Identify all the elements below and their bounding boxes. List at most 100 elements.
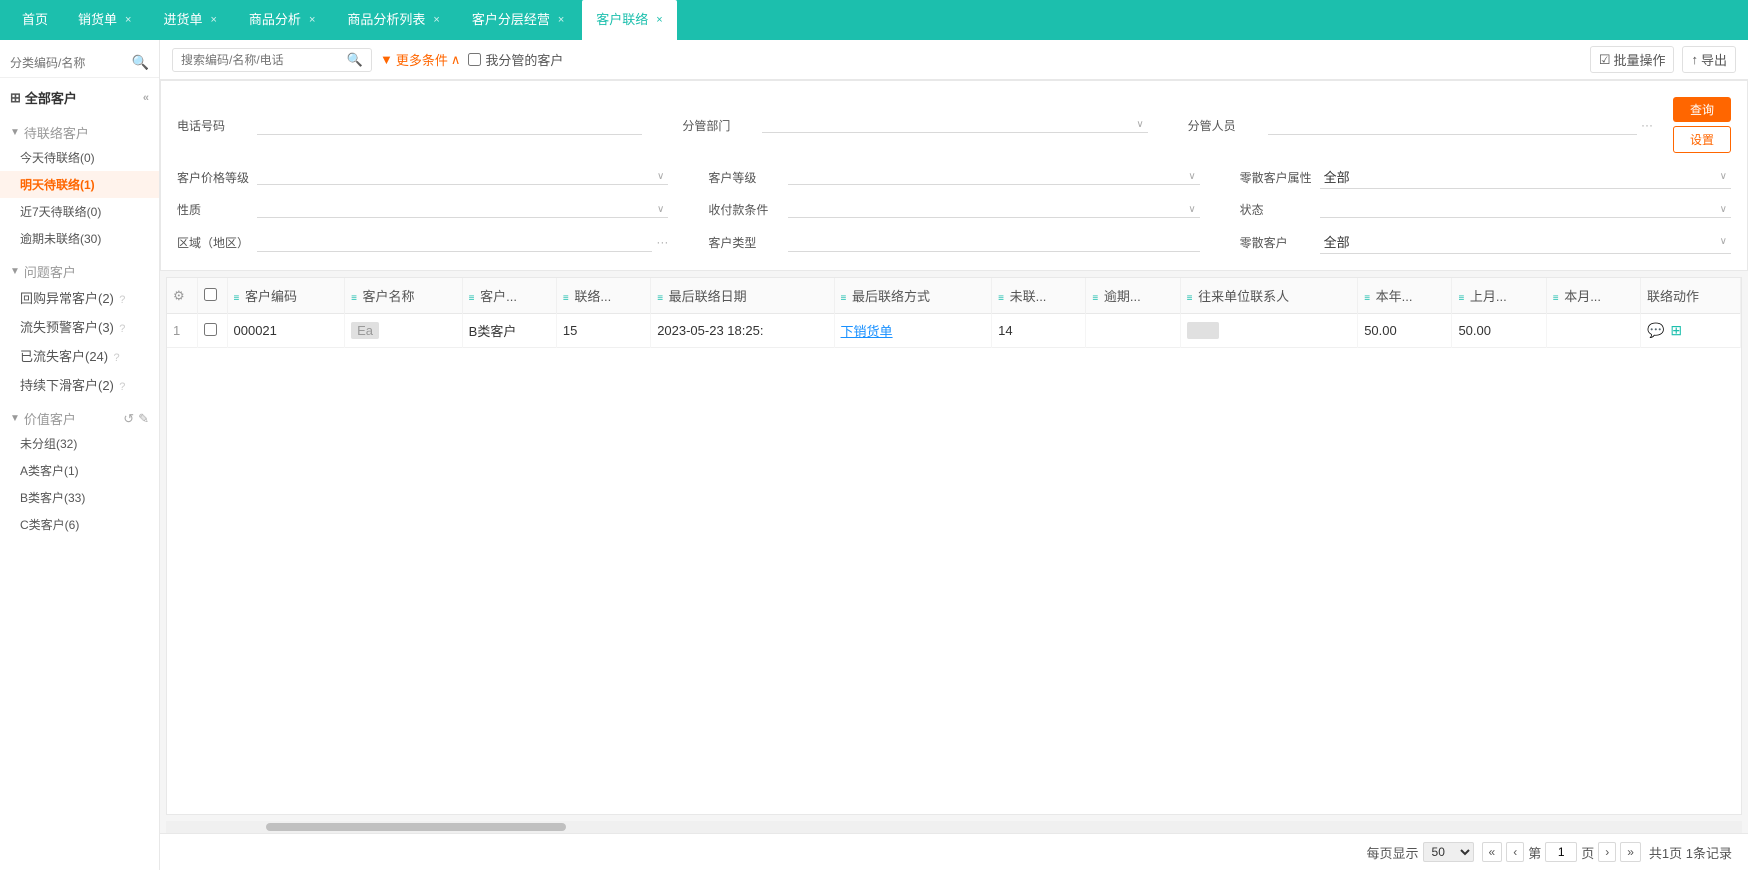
status-select[interactable]: ∨ (1320, 202, 1731, 218)
sidebar-item-declining[interactable]: 持续下滑客户(2) ? (0, 370, 159, 399)
sidebar-item-c-class[interactable]: C类客户(6) (0, 511, 159, 538)
sidebar-item-churn-warning[interactable]: 流失预警客户(3) ? (0, 312, 159, 341)
sort-icon[interactable]: ≡ (1187, 293, 1193, 304)
sidebar-item-ungrouped[interactable]: 未分组(32) (0, 430, 159, 457)
sort-icon[interactable]: ≡ (841, 293, 847, 304)
help-icon[interactable]: ? (119, 294, 125, 306)
retail-attr-select[interactable]: 全部 ∨ (1320, 165, 1731, 189)
next-page-button[interactable]: › (1598, 842, 1616, 862)
toolbar-right: ☑ 批量操作 ↑ 导出 (1590, 46, 1736, 73)
close-icon[interactable]: × (210, 0, 216, 40)
edit-icon[interactable]: ✎ (138, 411, 149, 427)
close-icon[interactable]: × (125, 0, 131, 40)
sidebar-search-input[interactable] (10, 56, 132, 70)
page-number-input[interactable] (1545, 842, 1577, 862)
sidebar-item-tomorrow[interactable]: 明天待联络(1) (0, 171, 159, 198)
pending-section-title: ▼ 待联络客户 (0, 117, 159, 144)
sort-icon[interactable]: ≡ (657, 293, 663, 304)
all-customers-label[interactable]: ⊞ 全部客户 « (0, 82, 159, 113)
horizontal-scrollbar[interactable] (166, 821, 1742, 833)
price-level-select[interactable]: ∨ (257, 169, 668, 185)
nav-analysis[interactable]: 商品分析 × (235, 0, 329, 40)
filter-row-2: 客户价格等级 ∨ 客户等级 ∨ 零散客户属性 (177, 159, 1731, 195)
batch-operation-button[interactable]: ☑ 批量操作 (1590, 46, 1675, 73)
last-method-link[interactable]: 下销货单 (841, 324, 893, 339)
sort-icon[interactable]: ≡ (234, 293, 240, 304)
close-icon[interactable]: × (433, 0, 439, 40)
manager-input[interactable] (1268, 116, 1637, 135)
help-icon[interactable]: ? (113, 352, 119, 364)
chevron-down-icon: ∨ (1720, 171, 1727, 182)
nav-home[interactable]: 首页 (10, 0, 60, 40)
search-icon[interactable]: 🔍 (132, 54, 149, 71)
gender-select[interactable]: ∨ (257, 202, 668, 218)
more-action-icon[interactable]: ⊞ (1670, 322, 1682, 339)
close-icon[interactable]: × (558, 0, 564, 40)
sidebar-search-area: 🔍 (0, 48, 159, 78)
row-checkbox-cell (197, 314, 227, 348)
search-input[interactable] (181, 53, 347, 67)
more-filters-button[interactable]: ▼ 更多条件 ∧ (380, 50, 460, 69)
chevron-down-icon: ∨ (657, 204, 664, 215)
sidebar-item-7days[interactable]: 近7天待联络(0) (0, 198, 159, 225)
sort-icon[interactable]: ≡ (563, 293, 569, 304)
region-input[interactable] (257, 233, 652, 252)
sidebar-item-churned[interactable]: 已流失客户(24) ? (0, 341, 159, 370)
sort-icon[interactable]: ≡ (998, 293, 1004, 304)
sidebar-item-repurchase-anomaly[interactable]: 回购异常客户(2) ? (0, 283, 159, 312)
col-last-contact-date: ≡ 最后联络日期 (651, 278, 834, 314)
sidebar-item-today[interactable]: 今天待联络(0) (0, 144, 159, 171)
retail-customer-select[interactable]: 全部 ∨ (1320, 230, 1731, 254)
last-page-button[interactable]: » (1620, 842, 1641, 862)
prev-page-button[interactable]: ‹ (1506, 842, 1524, 862)
chevron-down-icon: ∨ (1720, 236, 1727, 247)
contact-action-icon[interactable]: 💬 (1647, 322, 1664, 339)
query-button[interactable]: 查询 (1673, 97, 1731, 122)
export-button[interactable]: ↑ 导出 (1682, 46, 1736, 73)
close-icon[interactable]: × (309, 0, 315, 40)
reset-button[interactable]: 设置 (1673, 126, 1731, 153)
row-checkbox[interactable] (204, 323, 217, 336)
page-size-select[interactable]: 50 100 200 (1423, 842, 1474, 862)
search-button[interactable]: 🔍 (347, 52, 363, 68)
my-customers-checkbox[interactable] (468, 53, 481, 66)
filter-region: 区域（地区） ··· (177, 233, 668, 252)
payment-select[interactable]: ∨ (788, 202, 1199, 218)
nav-customer-contact[interactable]: 客户联络 × (582, 0, 676, 40)
sort-icon[interactable]: ≡ (469, 293, 475, 304)
footer: 每页显示 50 100 200 « ‹ 第 页 › » 共1页 1条记录 (160, 833, 1748, 870)
customer-level-select[interactable]: ∨ (788, 169, 1199, 185)
nav-analysis-list[interactable]: 商品分析列表 × (333, 0, 453, 40)
sort-icon[interactable]: ≡ (1364, 293, 1370, 304)
sort-icon[interactable]: ≡ (1092, 293, 1098, 304)
customer-type-input[interactable] (788, 233, 1199, 252)
pagination: « ‹ 第 页 › » (1482, 842, 1641, 862)
refresh-icon[interactable]: ↺ (123, 411, 134, 427)
settings-gear[interactable]: ⚙ (173, 288, 185, 303)
grid-icon: ⊞ (10, 90, 21, 106)
region-more-icon[interactable]: ··· (656, 235, 668, 249)
sidebar-item-b-class[interactable]: B类客户(33) (0, 484, 159, 511)
dept-select[interactable]: ∨ (762, 117, 1147, 133)
nav-salesorder[interactable]: 销货单 × (64, 0, 145, 40)
phone-input[interactable] (257, 116, 642, 135)
export-icon: ↑ (1691, 52, 1698, 67)
chevron-down-icon: ∨ (657, 171, 664, 182)
close-icon[interactable]: × (656, 0, 662, 40)
scrollbar-thumb[interactable] (266, 823, 566, 831)
sort-icon[interactable]: ≡ (1458, 293, 1464, 304)
nav-customer-tier[interactable]: 客户分层经营 × (458, 0, 578, 40)
sort-icon[interactable]: ≡ (351, 293, 357, 304)
manager-more-icon[interactable]: ··· (1641, 118, 1653, 132)
cell-this-month (1546, 314, 1640, 348)
sort-icon[interactable]: ≡ (1553, 293, 1559, 304)
help-icon[interactable]: ? (119, 381, 125, 393)
nav-purchaseorder[interactable]: 进货单 × (149, 0, 230, 40)
help-icon[interactable]: ? (119, 323, 125, 335)
collapse-icon[interactable]: « (143, 92, 149, 104)
sidebar-item-overdue[interactable]: 逾期未联络(30) (0, 225, 159, 252)
first-page-button[interactable]: « (1482, 842, 1503, 862)
sidebar-item-a-class[interactable]: A类客户(1) (0, 457, 159, 484)
col-settings[interactable]: ⚙ (167, 278, 197, 314)
select-all-checkbox[interactable] (204, 288, 217, 301)
